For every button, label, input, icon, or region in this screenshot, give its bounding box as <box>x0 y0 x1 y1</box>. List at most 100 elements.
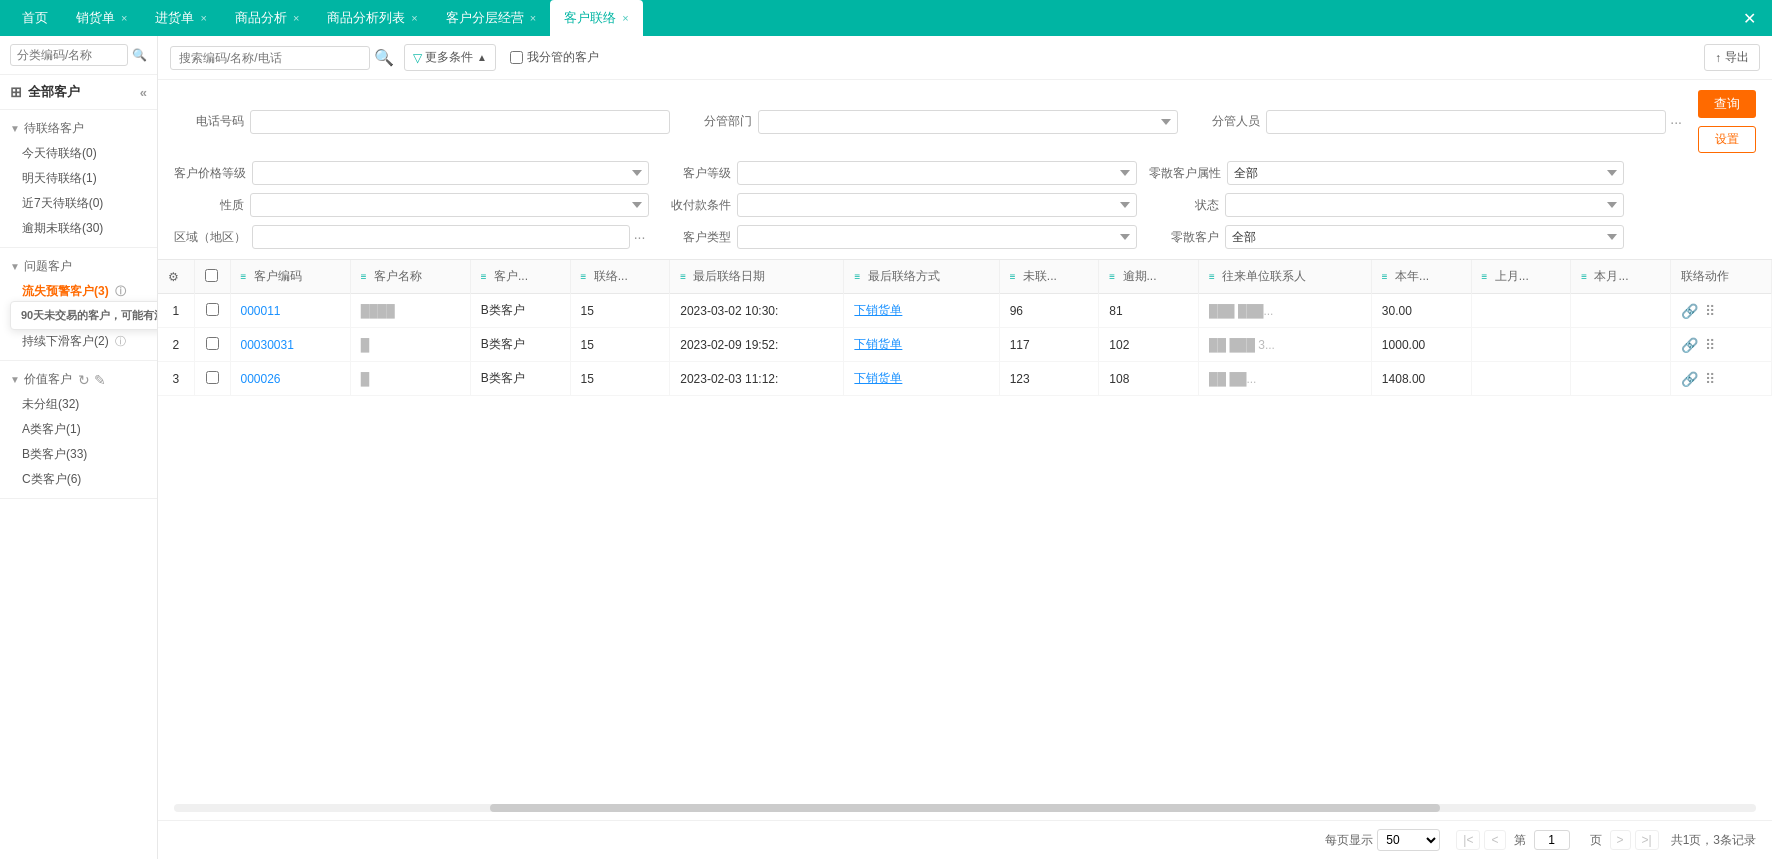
sort-icon-ld[interactable]: ≡ <box>680 271 686 282</box>
nature-select[interactable] <box>250 193 649 217</box>
person-input[interactable] <box>1266 110 1666 134</box>
payment-select[interactable] <box>737 193 1136 217</box>
tab-purchase[interactable]: 进货单 × <box>141 0 220 36</box>
sort-icon-code[interactable]: ≡ <box>241 271 247 282</box>
table-settings-icon[interactable]: ⚙ <box>168 270 179 284</box>
price-level-select[interactable] <box>252 161 649 185</box>
select-all-checkbox[interactable] <box>205 269 218 282</box>
sidebar-item-overdue[interactable]: 逾期未联络(30) <box>0 216 157 241</box>
phone-input[interactable] <box>250 110 670 134</box>
sidebar-section-pending-title[interactable]: ▼ 待联络客户 <box>0 116 157 141</box>
sidebar-item-churn-warning[interactable]: 流失预警客户(3) ⓘ 90天未交易的客户，可能有流失风险。 <box>0 279 136 304</box>
row-link-icon-2[interactable]: 🔗 <box>1681 371 1698 387</box>
row-checkbox-2[interactable] <box>194 362 230 396</box>
col-select-all[interactable] <box>194 260 230 294</box>
tab-sales[interactable]: 销货单 × <box>62 0 141 36</box>
tab-customer-contact-close[interactable]: × <box>622 12 628 24</box>
horizontal-scrollbar[interactable] <box>174 804 1756 812</box>
row-last-method-1[interactable]: 下销货单 <box>844 328 999 362</box>
sidebar-item-declining[interactable]: 持续下滑客户(2) ⓘ <box>0 329 157 354</box>
tab-product-analysis-close[interactable]: × <box>293 12 299 24</box>
scrollbar-thumb[interactable] <box>490 804 1439 812</box>
my-customers-check-label[interactable]: 我分管的客户 <box>510 49 599 66</box>
next-page-button[interactable]: > <box>1610 830 1631 850</box>
sort-icon-lmo[interactable]: ≡ <box>1482 271 1488 282</box>
status-select[interactable] <box>1225 193 1624 217</box>
first-page-button[interactable]: |< <box>1456 830 1480 850</box>
sidebar-item-ungrouped[interactable]: 未分组(32) <box>0 392 157 417</box>
col-settings[interactable]: ⚙ <box>158 260 194 294</box>
sidebar-collapse-icon[interactable]: « <box>140 85 147 100</box>
tab-customer-tier[interactable]: 客户分层经营 × <box>432 0 550 36</box>
row-link-icon-0[interactable]: 🔗 <box>1681 303 1698 319</box>
row-code-1[interactable]: 00030031 <box>230 328 350 362</box>
page-number-input[interactable] <box>1534 830 1570 850</box>
row-checkbox-1[interactable] <box>194 328 230 362</box>
row-more-icon-1[interactable]: ⠿ <box>1705 337 1715 353</box>
sidebar-item-tomorrow[interactable]: 明天待联络(1) <box>0 166 157 191</box>
per-page-select[interactable]: 50 100 200 <box>1377 829 1440 851</box>
tab-purchase-close[interactable]: × <box>200 12 206 24</box>
region-more-icon[interactable]: ··· <box>630 229 650 245</box>
row-name-0: ████ <box>350 294 470 328</box>
sort-icon-cp[interactable]: ≡ <box>1209 271 1215 282</box>
sidebar-section-value-title[interactable]: ▼ 价值客户 ↻ ✎ <box>0 367 157 392</box>
sidebar-item-b-class[interactable]: B类客户(33) <box>0 442 157 467</box>
row-more-icon-0[interactable]: ⠿ <box>1705 303 1715 319</box>
sidebar-search-icon[interactable]: 🔍 <box>132 48 147 62</box>
sort-icon-od[interactable]: ≡ <box>1109 271 1115 282</box>
row-checkbox-0[interactable] <box>194 294 230 328</box>
customer-level-select[interactable] <box>737 161 1136 185</box>
sort-icon-cc[interactable]: ≡ <box>581 271 587 282</box>
tab-sales-close[interactable]: × <box>121 12 127 24</box>
edit-icon[interactable]: ✎ <box>94 372 106 388</box>
tab-product-analysis[interactable]: 商品分析 × <box>221 0 313 36</box>
filter-search-button[interactable]: 🔍 <box>374 48 394 67</box>
scatter-select[interactable]: 全部 <box>1225 225 1624 249</box>
prev-page-button[interactable]: < <box>1484 830 1505 850</box>
row-code-0[interactable]: 000011 <box>230 294 350 328</box>
sort-icon-uc[interactable]: ≡ <box>1010 271 1016 282</box>
sidebar-section-problem: ▼ 问题客户 流失预警客户(3) ⓘ 90天未交易的客户，可能有流失风险。 已流… <box>0 248 157 361</box>
row-link-icon-1[interactable]: 🔗 <box>1681 337 1698 353</box>
refresh-icon[interactable]: ↻ <box>78 372 90 388</box>
row-last-method-2[interactable]: 下销货单 <box>844 362 999 396</box>
last-page-button[interactable]: >| <box>1635 830 1659 850</box>
more-conditions-button[interactable]: ▽ 更多条件 ▲ <box>404 44 496 71</box>
export-button[interactable]: ↑ 导出 <box>1704 44 1760 71</box>
settings-button[interactable]: 设置 <box>1698 126 1756 153</box>
row-last-method-0[interactable]: 下销货单 <box>844 294 999 328</box>
region-input[interactable] <box>252 225 630 249</box>
tab-product-list-close[interactable]: × <box>411 12 417 24</box>
tab-product-list[interactable]: 商品分析列表 × <box>313 0 431 36</box>
sort-icon-name[interactable]: ≡ <box>361 271 367 282</box>
row-company-contact-1: ██ ███ 3... <box>1199 328 1372 362</box>
tab-home[interactable]: 首页 <box>8 0 62 36</box>
sidebar-item-today[interactable]: 今天待联络(0) <box>0 141 157 166</box>
scatter-attr-select[interactable]: 全部 <box>1227 161 1624 185</box>
sort-icon-cm[interactable]: ≡ <box>1581 271 1587 282</box>
customer-type-select[interactable] <box>737 225 1136 249</box>
sort-icon-type[interactable]: ≡ <box>481 271 487 282</box>
sidebar-all-customers[interactable]: ⊞ 全部客户 « <box>0 75 157 110</box>
person-more-icon[interactable]: ··· <box>1666 114 1686 130</box>
filter-field-payment: 收付款条件 <box>661 193 1136 217</box>
my-customers-checkbox[interactable] <box>510 51 523 64</box>
sidebar-section-problem-title[interactable]: ▼ 问题客户 <box>0 254 157 279</box>
sidebar-search-input[interactable] <box>10 44 128 66</box>
sidebar-item-c-class[interactable]: C类客户(6) <box>0 467 157 492</box>
sidebar-item-a-class[interactable]: A类客户(1) <box>0 417 157 442</box>
sort-icon-yr[interactable]: ≡ <box>1382 271 1388 282</box>
tab-customer-contact[interactable]: 客户联络 × <box>550 0 642 36</box>
dept-select[interactable] <box>758 110 1178 134</box>
row-code-2[interactable]: 000026 <box>230 362 350 396</box>
sidebar-item-7days[interactable]: 近7天待联络(0) <box>0 191 157 216</box>
filter-search-input[interactable] <box>170 46 370 70</box>
row-last-date-1: 2023-02-09 19:52: <box>670 328 844 362</box>
sort-icon-lm[interactable]: ≡ <box>854 271 860 282</box>
row-more-icon-2[interactable]: ⠿ <box>1705 371 1715 387</box>
query-button[interactable]: 查询 <box>1698 90 1756 118</box>
col-name-label: 客户名称 <box>374 269 422 283</box>
tab-customer-tier-close[interactable]: × <box>530 12 536 24</box>
window-close-button[interactable]: ✕ <box>1735 9 1764 28</box>
